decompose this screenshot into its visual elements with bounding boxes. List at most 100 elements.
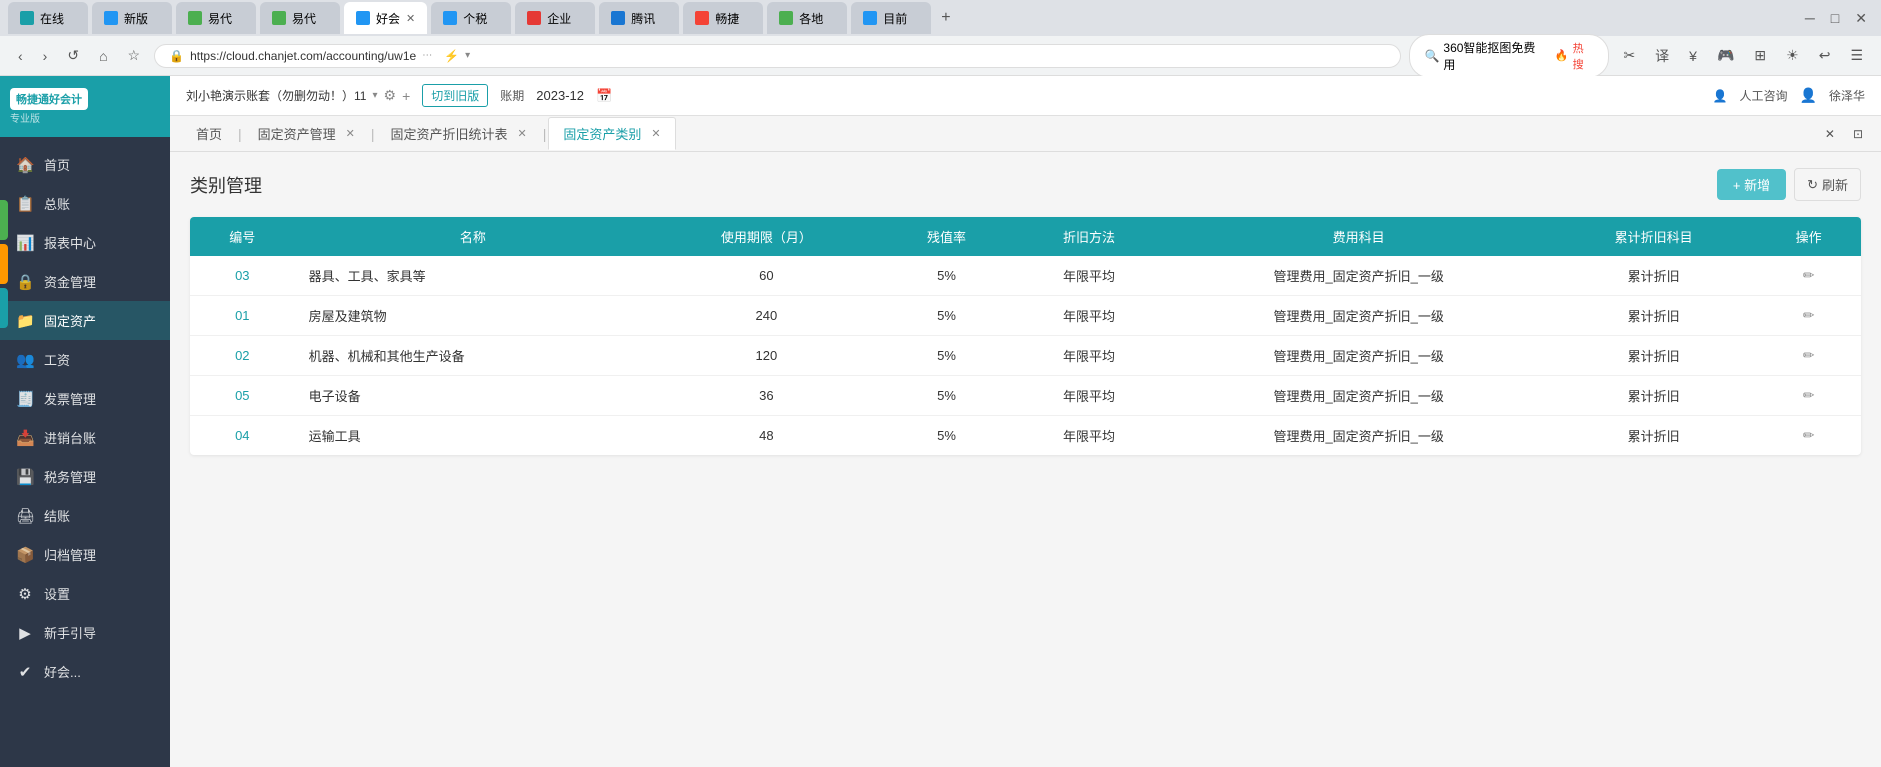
col-header-ops: 操作 — [1756, 217, 1861, 256]
tab-label-asset-mgmt: 固定资产管理 — [258, 124, 336, 143]
cell-cost-1: 管理费用_固定资产折旧_一级 — [1166, 296, 1550, 336]
search-bar[interactable]: 🔍 360智能抠图免费用 🔥 热搜 — [1409, 34, 1609, 78]
haokuai-icon: ✔ — [16, 663, 34, 681]
app-container: 畅捷通好会计 专业版 🏠 首页 📋 总账 📊 报表中心 🔒 资金管理 � — [0, 76, 1881, 767]
col-header-period: 使用期限（月） — [651, 217, 882, 256]
sun-btn[interactable]: ☀ — [1780, 43, 1805, 68]
browser-tab-0[interactable]: 在线 — [8, 2, 88, 34]
tab-close-asset-mgmt[interactable]: ✕ — [346, 127, 355, 140]
page-tab-depreciation[interactable]: 固定资产折旧统计表 ✕ — [377, 118, 541, 149]
browser-tab-2[interactable]: 易代 — [176, 2, 256, 34]
refresh-btn[interactable]: ↻ 刷新 — [1794, 168, 1861, 201]
purchase-icon: 📥 — [16, 429, 34, 447]
cell-id-2: 02 — [190, 336, 295, 376]
col-header-method: 折旧方法 — [1011, 217, 1166, 256]
edit-btn-2[interactable]: ✏ — [1803, 347, 1815, 364]
game-btn[interactable]: 🎮 — [1711, 43, 1740, 68]
tab-label-9: 各地 — [799, 10, 823, 27]
browser-tab-9[interactable]: 各地 — [767, 2, 847, 34]
header-actions: + 新增 ↻ 刷新 — [1717, 168, 1861, 201]
translate-btn[interactable]: 译 — [1649, 42, 1675, 70]
indicator-orange — [0, 244, 8, 284]
add-account-icon[interactable]: + — [402, 88, 410, 104]
add-button[interactable]: + 新增 — [1717, 169, 1786, 200]
sidebar-item-ledger[interactable]: 📋 总账 — [0, 184, 170, 223]
cell-accum-4: 累计折旧 — [1551, 416, 1756, 456]
sidebar-item-settings[interactable]: ⚙ 设置 — [0, 574, 170, 613]
back-button[interactable]: ‹ — [12, 44, 29, 68]
tab-sep-3: | — [543, 126, 547, 142]
grid-btn[interactable]: ⊞ — [1748, 43, 1772, 68]
cell-period-2: 120 — [651, 336, 882, 376]
browser-tab-8[interactable]: 畅捷 — [683, 2, 763, 34]
cell-period-4: 48 — [651, 416, 882, 456]
menu-btn[interactable]: ☰ — [1844, 43, 1869, 68]
tab-close-4[interactable]: ✕ — [406, 12, 415, 25]
table-row: 04 运输工具 48 5% 年限平均 管理费用_固定资产折旧_一级 累计折旧 ✏ — [190, 416, 1861, 456]
refresh-button[interactable]: ↺ — [61, 43, 85, 68]
sidebar-item-archive[interactable]: 📦 归档管理 — [0, 535, 170, 574]
page-tab-home[interactable]: 首页 — [182, 118, 236, 149]
edit-btn-0[interactable]: ✏ — [1803, 267, 1815, 284]
switch-version-btn[interactable]: 切到旧版 — [422, 84, 488, 107]
sidebar-item-funds[interactable]: 🔒 资金管理 — [0, 262, 170, 301]
sidebar-item-guide[interactable]: ▶ 新手引导 — [0, 613, 170, 652]
sidebar-label-payroll: 工资 — [44, 350, 70, 369]
content-close-btn[interactable]: ✕ — [1819, 125, 1841, 143]
sidebar-item-haokuai[interactable]: ✔ 好会... — [0, 652, 170, 691]
cell-ops-0: ✏ — [1756, 256, 1861, 296]
edit-btn-1[interactable]: ✏ — [1803, 307, 1815, 324]
sidebar-item-assets[interactable]: 📁 固定资产 — [0, 301, 170, 340]
browser-tab-10[interactable]: 目前 — [851, 2, 931, 34]
sidebar-item-home[interactable]: 🏠 首页 — [0, 145, 170, 184]
sidebar-item-closing[interactable]: 🖨 结账 — [0, 496, 170, 535]
account-dropdown-icon[interactable]: ▾ — [372, 90, 377, 101]
col-header-name: 名称 — [295, 217, 651, 256]
sidebar-item-purchase[interactable]: 📥 进销台账 — [0, 418, 170, 457]
calendar-icon[interactable]: 📅 — [596, 88, 612, 104]
sidebar-label-haokuai: 好会... — [44, 662, 81, 681]
address-bar[interactable]: 🔒 https://cloud.chanjet.com/accounting/u… — [154, 44, 1401, 68]
new-tab-button[interactable]: + — [935, 7, 956, 29]
wallet-btn[interactable]: ¥ — [1683, 44, 1703, 68]
page-header: 类别管理 + 新增 ↻ 刷新 — [190, 168, 1861, 201]
scissors-btn[interactable]: ✂ — [1617, 43, 1641, 68]
browser-toolbar: ‹ › ↺ ⌂ ☆ 🔒 https://cloud.chanjet.com/ac… — [0, 36, 1881, 76]
window-minimize[interactable]: ─ — [1799, 8, 1821, 29]
account-name: 刘小艳演示账套（勿删勿动！）11 — [186, 87, 366, 104]
cell-name-3: 电子设备 — [295, 376, 651, 416]
tab-label-4: 好会 — [376, 10, 400, 27]
tab-close-depreciation[interactable]: ✕ — [518, 127, 527, 140]
home-button[interactable]: ⌂ — [93, 44, 113, 68]
sidebar-item-payroll[interactable]: 👥 工资 — [0, 340, 170, 379]
sidebar-label-invoice: 发票管理 — [44, 389, 96, 408]
tab-close-category[interactable]: ✕ — [651, 127, 660, 140]
content-expand-btn[interactable]: ⊡ — [1847, 125, 1869, 143]
page-tab-asset-mgmt[interactable]: 固定资产管理 ✕ — [244, 118, 369, 149]
lock-icon: 🔒 — [169, 49, 184, 63]
browser-tab-4[interactable]: 好会 ✕ — [344, 2, 427, 34]
cell-name-2: 机器、机械和其他生产设备 — [295, 336, 651, 376]
window-maximize[interactable]: □ — [1825, 8, 1845, 29]
sidebar-item-tax[interactable]: 💾 税务管理 — [0, 457, 170, 496]
browser-tab-1[interactable]: 新版 — [92, 2, 172, 34]
browser-tab-6[interactable]: 企业 — [515, 2, 595, 34]
cell-accum-2: 累计折旧 — [1551, 336, 1756, 376]
edit-btn-4[interactable]: ✏ — [1803, 427, 1815, 444]
browser-tab-7[interactable]: 腾讯 — [599, 2, 679, 34]
settings-gear-icon[interactable]: ⚙ — [384, 87, 397, 104]
sidebar-item-invoice[interactable]: 🧾 发票管理 — [0, 379, 170, 418]
cell-residual-2: 5% — [882, 336, 1012, 376]
edit-btn-3[interactable]: ✏ — [1803, 387, 1815, 404]
browser-tab-3[interactable]: 易代 — [260, 2, 340, 34]
service-label[interactable]: 人工咨询 — [1740, 87, 1788, 104]
undo-btn[interactable]: ↩ — [1813, 43, 1837, 68]
tab-favicon-2 — [188, 11, 202, 25]
page-tab-category[interactable]: 固定资产类别 ✕ — [548, 117, 675, 150]
browser-tab-5[interactable]: 个税 — [431, 2, 511, 34]
sidebar-item-reports[interactable]: 📊 报表中心 — [0, 223, 170, 262]
sidebar-label-ledger: 总账 — [44, 194, 70, 213]
forward-button[interactable]: › — [37, 44, 54, 68]
window-close[interactable]: ✕ — [1849, 8, 1873, 29]
bookmark-button[interactable]: ☆ — [122, 43, 147, 68]
